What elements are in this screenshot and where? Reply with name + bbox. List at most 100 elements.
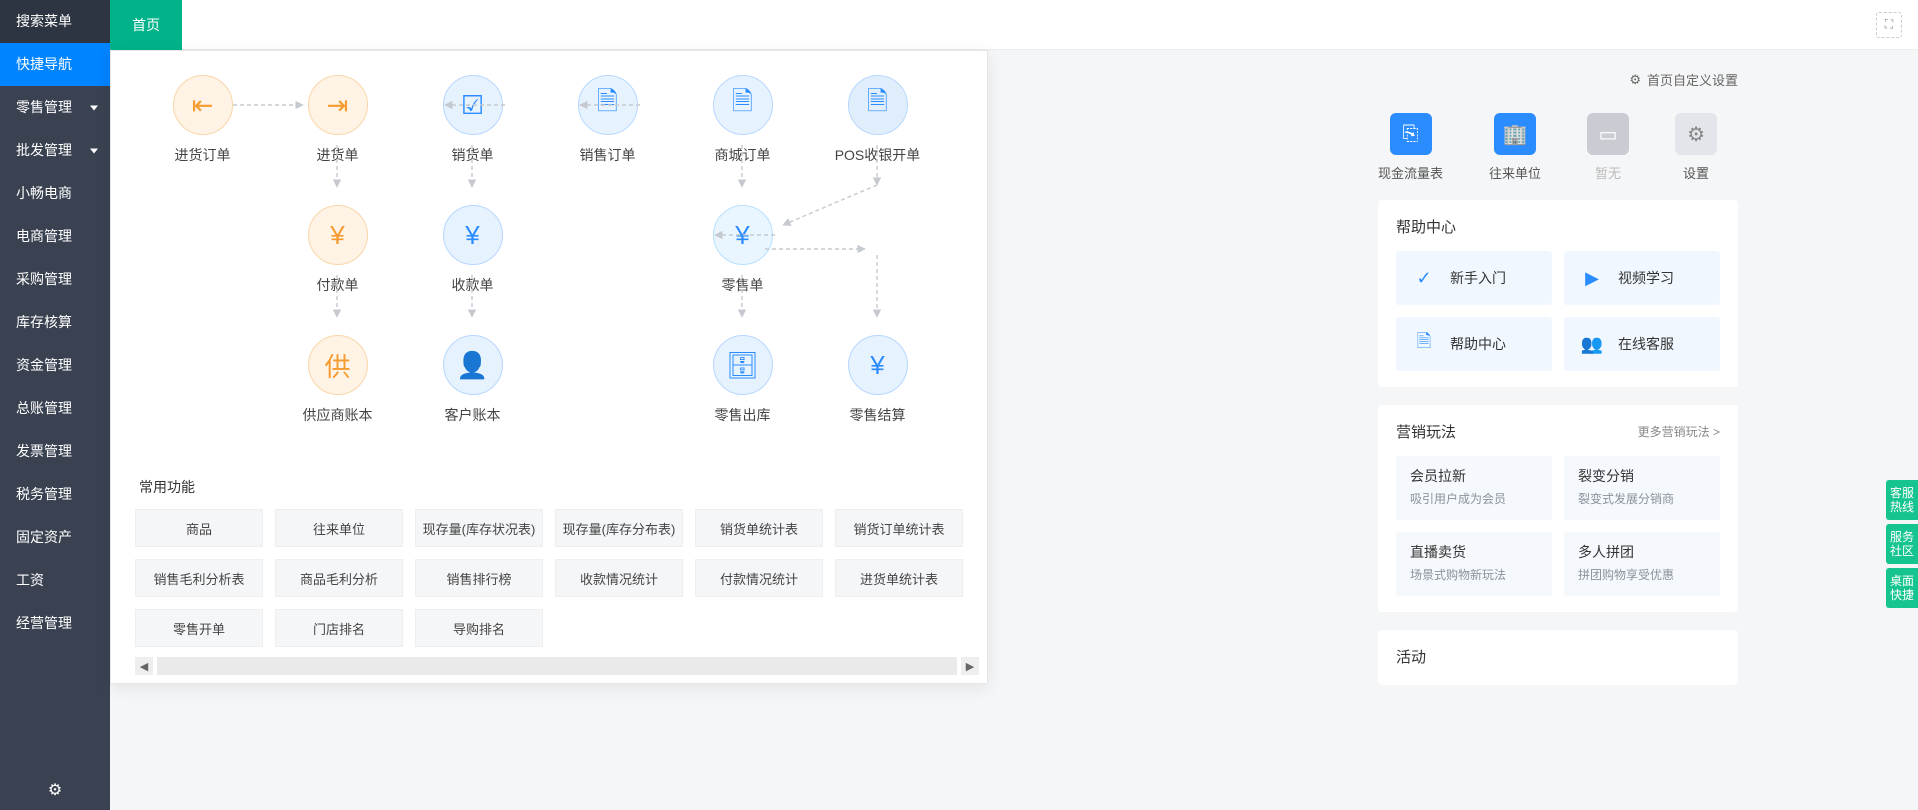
common-fn-10[interactable]: 付款情况统计 xyxy=(695,559,823,597)
customize-home-button[interactable]: ⚙ 首页自定义设置 xyxy=(1378,70,1738,89)
sidebar: 搜索菜单快捷导航零售管理批发管理小畅电商电商管理采购管理库存核算资金管理总账管理… xyxy=(0,0,110,810)
flow-node-label: 付款单 xyxy=(317,275,359,295)
flow-node-零售结算[interactable]: ¥零售结算 xyxy=(810,335,945,465)
sidebar-settings-button[interactable]: ⚙ xyxy=(0,770,110,810)
common-fn-12[interactable]: 零售开单 xyxy=(135,609,263,647)
help-item-3[interactable]: 👥在线客服 xyxy=(1564,317,1720,371)
app-icon: ⚙ xyxy=(1675,113,1717,155)
sidebar-item-3[interactable]: 批发管理 xyxy=(0,129,110,172)
marketing-more-link[interactable]: 更多营销玩法 > xyxy=(1638,423,1720,440)
flow-node-icon: ⇤ xyxy=(173,75,233,135)
marketing-item-3[interactable]: 多人拼团拼团购物享受优惠 xyxy=(1564,532,1720,596)
common-fn-2[interactable]: 现存量(库存状况表) xyxy=(415,509,543,547)
flow-node-零售单[interactable]: ¥零售单 xyxy=(675,205,810,335)
sidebar-item-1[interactable]: 快捷导航 xyxy=(0,43,110,86)
flow-node-POS收银开单[interactable]: 🗎POS收银开单 xyxy=(810,75,945,205)
flow-node-销售订单[interactable]: 🗎销售订单 xyxy=(540,75,675,205)
marketing-panel: 营销玩法 更多营销玩法 > 会员拉新吸引用户成为会员裂变分销裂变式发展分销商直播… xyxy=(1378,405,1738,612)
flow-node-icon: 🗎 xyxy=(578,75,638,135)
marketing-item-sub: 吸引用户成为会员 xyxy=(1410,490,1538,507)
marketing-item-0[interactable]: 会员拉新吸引用户成为会员 xyxy=(1396,456,1552,520)
flow-node-商城订单[interactable]: 🗎商城订单 xyxy=(675,75,810,205)
sidebar-item-12[interactable]: 固定资产 xyxy=(0,516,110,559)
float-btn-2[interactable]: 桌面快捷 xyxy=(1886,568,1918,608)
app-icon: 🏢 xyxy=(1494,113,1536,155)
floating-side-buttons: 客服热线服务社区桌面快捷 xyxy=(1886,480,1918,608)
flow-node-icon: ¥ xyxy=(443,205,503,265)
quicknav-flyout: ⇤进货订单⇥进货单☑销货单🗎销售订单🗎商城订单🗎POS收银开单¥付款单¥收款单¥… xyxy=(110,50,988,684)
app-label: 往来单位 xyxy=(1489,163,1541,182)
common-fn-4[interactable]: 销货单统计表 xyxy=(695,509,823,547)
sidebar-item-11[interactable]: 税务管理 xyxy=(0,473,110,516)
app-shortcut-1[interactable]: 🏢 往来单位 xyxy=(1489,113,1541,182)
sidebar-item-13[interactable]: 工资 xyxy=(0,559,110,602)
sidebar-item-4[interactable]: 小畅电商 xyxy=(0,172,110,215)
app-shortcut-2[interactable]: ▭暂无 xyxy=(1587,113,1629,182)
sidebar-item-14[interactable]: 经营管理 xyxy=(0,602,110,645)
app-label: 暂无 xyxy=(1595,163,1621,182)
flow-node-icon: 🗄 xyxy=(713,335,773,395)
tab-home[interactable]: 首页 xyxy=(110,0,182,50)
flow-node-进货订单[interactable]: ⇤ 进货订单 xyxy=(135,75,270,205)
right-column: ⚙ 首页自定义设置 ⎘ 现金流量表 🏢 往来单位 ▭暂无 ⚙设置 帮助中心 ✓新手入门▶视… xyxy=(1378,70,1738,685)
flow-node-label: 销货单 xyxy=(452,145,494,165)
fullscreen-icon[interactable]: ⛶ xyxy=(1876,12,1902,38)
flow-node-label: 进货订单 xyxy=(175,145,231,165)
common-fn-13[interactable]: 门店排名 xyxy=(275,609,403,647)
marketing-item-sub: 拼团购物享受优惠 xyxy=(1578,566,1706,583)
sidebar-item-7[interactable]: 库存核算 xyxy=(0,301,110,344)
help-panel: 帮助中心 ✓新手入门▶视频学习🗎 帮助中心👥在线客服 xyxy=(1378,200,1738,387)
flow-node-label: 零售结算 xyxy=(850,405,906,425)
flyout-horizontal-scroll: ◀ ▶ xyxy=(135,657,979,675)
help-item-0[interactable]: ✓新手入门 xyxy=(1396,251,1552,305)
flow-node-销货单[interactable]: ☑销货单 xyxy=(405,75,540,205)
sidebar-item-5[interactable]: 电商管理 xyxy=(0,215,110,258)
common-fn-11[interactable]: 进货单统计表 xyxy=(835,559,963,597)
flow-node-供应商账本[interactable]: 供供应商账本 xyxy=(270,335,405,465)
flow-node-label: POS收银开单 xyxy=(835,145,921,165)
flow-node-label: 零售出库 xyxy=(715,405,771,425)
common-fn-9[interactable]: 收款情况统计 xyxy=(555,559,683,597)
sidebar-item-6[interactable]: 采购管理 xyxy=(0,258,110,301)
flow-node-付款单[interactable]: ¥付款单 xyxy=(270,205,405,335)
gear-icon: ⚙ xyxy=(1629,72,1641,88)
sidebar-item-2[interactable]: 零售管理 xyxy=(0,86,110,129)
sidebar-item-8[interactable]: 资金管理 xyxy=(0,344,110,387)
app-shortcut-0[interactable]: ⎘ 现金流量表 xyxy=(1378,113,1443,182)
marketing-item-1[interactable]: 裂变分销裂变式发展分销商 xyxy=(1564,456,1720,520)
sidebar-item-9[interactable]: 总账管理 xyxy=(0,387,110,430)
marketing-item-title: 裂变分销 xyxy=(1578,466,1706,486)
marketing-item-2[interactable]: 直播卖货场景式购物新玩法 xyxy=(1396,532,1552,596)
help-icon: 👥 xyxy=(1578,330,1606,358)
help-label: 帮助中心 xyxy=(1450,334,1506,354)
common-fn-5[interactable]: 销货订单统计表 xyxy=(835,509,963,547)
help-icon: 🗎 xyxy=(1410,330,1438,358)
common-fn-1[interactable]: 往来单位 xyxy=(275,509,403,547)
scroll-right-icon[interactable]: ▶ xyxy=(961,657,979,675)
flow-node-icon: ¥ xyxy=(713,205,773,265)
help-item-2[interactable]: 🗎 帮助中心 xyxy=(1396,317,1552,371)
common-fn-title: 常用功能 xyxy=(139,477,979,497)
common-fn-6[interactable]: 销售毛利分析表 xyxy=(135,559,263,597)
app-icon: ⎘ xyxy=(1390,113,1432,155)
sidebar-item-10[interactable]: 发票管理 xyxy=(0,430,110,473)
common-fn-14[interactable]: 导购排名 xyxy=(415,609,543,647)
sidebar-item-0[interactable]: 搜索菜单 xyxy=(0,0,110,43)
float-btn-0[interactable]: 客服热线 xyxy=(1886,480,1918,520)
flow-node-收款单[interactable]: ¥ 收款单 xyxy=(405,205,540,335)
float-btn-1[interactable]: 服务社区 xyxy=(1886,524,1918,564)
customize-label: 首页自定义设置 xyxy=(1647,70,1738,89)
common-fn-3[interactable]: 现存量(库存分布表) xyxy=(555,509,683,547)
flow-node-客户账本[interactable]: 👤客户账本 xyxy=(405,335,540,465)
common-fn-8[interactable]: 销售排行榜 xyxy=(415,559,543,597)
scroll-track[interactable] xyxy=(157,657,957,675)
common-fn-7[interactable]: 商品毛利分析 xyxy=(275,559,403,597)
app-shortcut-3[interactable]: ⚙设置 xyxy=(1675,113,1717,182)
scroll-left-icon[interactable]: ◀ xyxy=(135,657,153,675)
common-fn-0[interactable]: 商品 xyxy=(135,509,263,547)
flow-node-label: 收款单 xyxy=(452,275,494,295)
app-label: 现金流量表 xyxy=(1378,163,1443,182)
help-item-1[interactable]: ▶视频学习 xyxy=(1564,251,1720,305)
flow-node-进货单[interactable]: ⇥进货单 xyxy=(270,75,405,205)
flow-node-零售出库[interactable]: 🗄 零售出库 xyxy=(675,335,810,465)
